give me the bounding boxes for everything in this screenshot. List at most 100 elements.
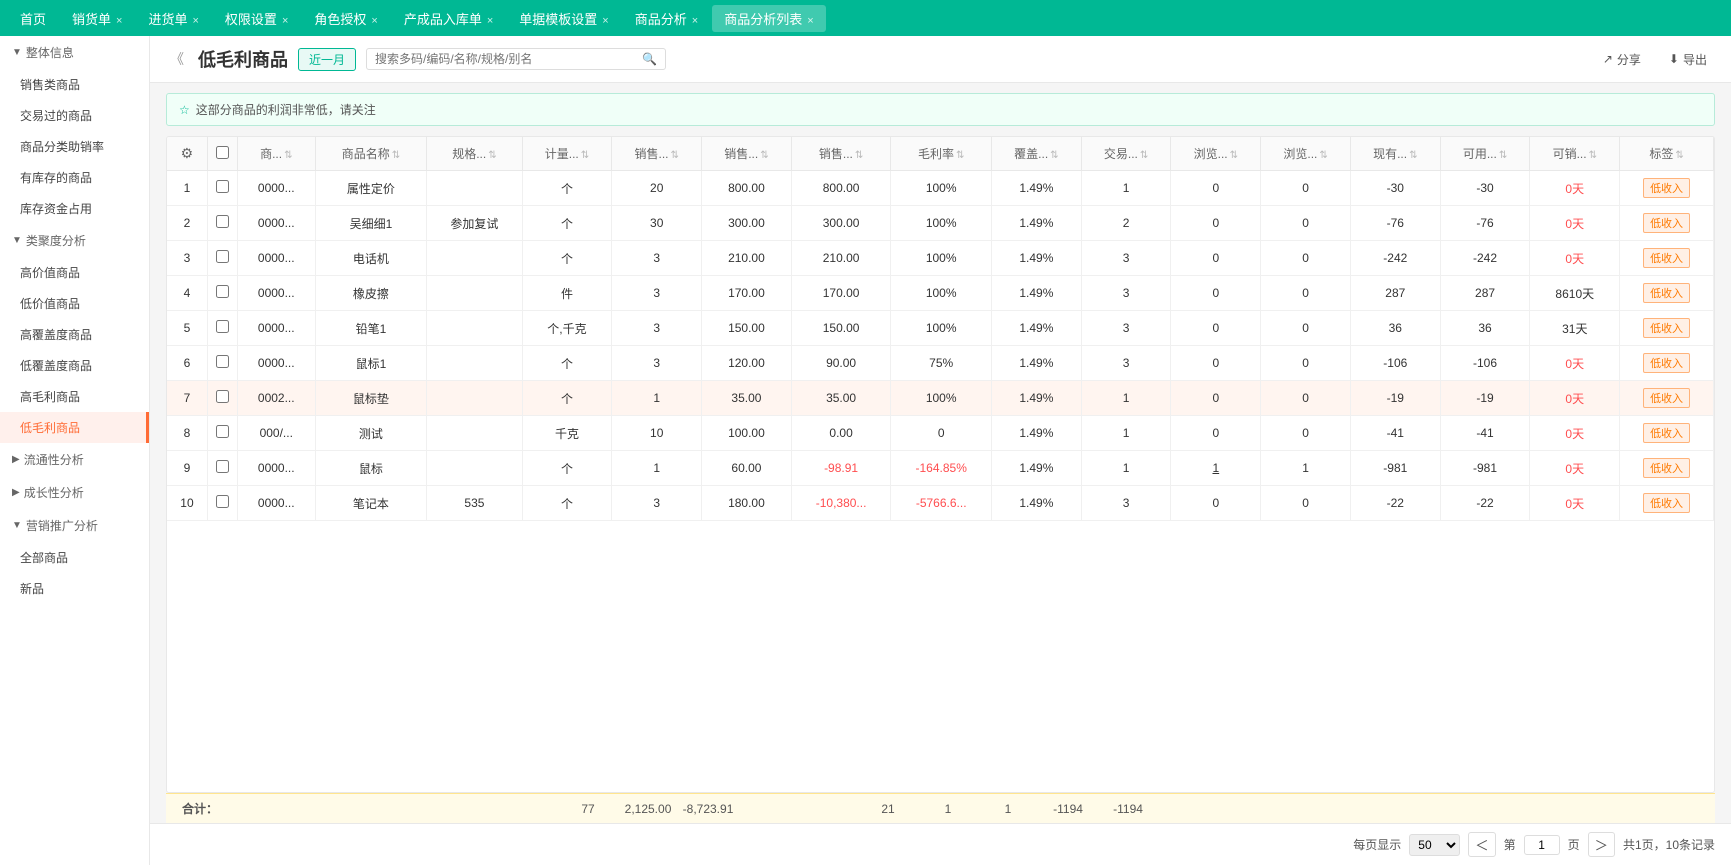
sidebar-group-overall[interactable]: ▼ 整体信息 [0,36,149,69]
sidebar-group-marketing[interactable]: ▼ 营销推广分析 [0,509,149,542]
col-current-stock[interactable]: 现有...⇅ [1350,137,1440,171]
nav-purchase[interactable]: 进货单× [136,5,210,32]
col-available[interactable]: 可用...⇅ [1440,137,1530,171]
col-sales-price[interactable]: 销售...⇅ [702,137,792,171]
sidebar-item-low-coverage[interactable]: 低覆盖度商品 [0,350,149,381]
nav-close-permission[interactable]: × [282,15,288,27]
nav-analysis-list[interactable]: 商品分析列表× [712,5,825,32]
sidebar-group-flow[interactable]: ▶ 流通性分析 [0,443,149,476]
row-current-stock: 287 [1350,276,1440,311]
col-gross-rate[interactable]: 毛利率⇅ [891,137,992,171]
nav-product-analysis[interactable]: 商品分析× [623,5,710,32]
col-name[interactable]: 商品名称⇅ [315,137,427,171]
sidebar-item-low-value[interactable]: 低价值商品 [0,288,149,319]
row-tag: 低收入 [1620,311,1714,346]
row-gross-rate: -5766.6... [891,486,992,521]
row-name: 属性定价 [315,171,427,206]
row-tag: 低收入 [1620,346,1714,381]
row-sales-qty: 30 [612,206,702,241]
row-browse1: 0 [1171,486,1261,521]
sidebar-item-in-stock[interactable]: 有库存的商品 [0,162,149,193]
col-sales-profit[interactable]: 销售...⇅ [791,137,891,171]
row-idx: 2 [167,206,207,241]
row-sales-price: 210.00 [702,241,792,276]
select-all-checkbox[interactable] [216,146,229,159]
settings-icon[interactable]: ⚙ [181,145,194,161]
search-input[interactable] [375,52,642,66]
col-browse2[interactable]: 浏览...⇅ [1261,137,1351,171]
row-idx: 3 [167,241,207,276]
row-spec: 参加复试 [427,206,522,241]
sidebar-item-high-value[interactable]: 高价值商品 [0,257,149,288]
col-unit[interactable]: 计量...⇅ [522,137,612,171]
row-checkbox[interactable] [207,346,237,381]
nav-close-role[interactable]: × [371,15,377,27]
sidebar-item-high-margin[interactable]: 高毛利商品 [0,381,149,412]
nav-home[interactable]: 首页 [8,5,58,32]
page-header: 《 低毛利商品 近一月 🔍 ↗ 分享 ⬇ 导出 [150,36,1731,83]
row-code: 000/... [237,416,315,451]
nav-close-template[interactable]: × [602,15,608,27]
nav-close-product-in[interactable]: × [487,15,493,27]
row-sales-qty: 1 [612,451,702,486]
row-browse1: 0 [1171,381,1261,416]
nav-close-purchase[interactable]: × [192,15,198,27]
nav-close-sales[interactable]: × [116,15,122,27]
row-sales-profit: 800.00 [791,171,891,206]
col-cover-rate[interactable]: 覆盖...⇅ [992,137,1082,171]
sidebar-item-sales-products[interactable]: 销售类商品 [0,69,149,100]
col-sellable[interactable]: 可销...⇅ [1530,137,1620,171]
row-checkbox[interactable] [207,311,237,346]
col-spec[interactable]: 规格...⇅ [427,137,522,171]
row-current-stock: -41 [1350,416,1440,451]
nav-template[interactable]: 单据模板设置× [507,5,620,32]
prev-page-btn[interactable]: ＜ [1468,832,1495,857]
sidebar-item-stock-fund[interactable]: 库存资金占用 [0,193,149,224]
nav-product-in[interactable]: 产成品入库单× [392,5,505,32]
export-button[interactable]: ⬇ 导出 [1661,47,1715,72]
row-spec [427,171,522,206]
share-button[interactable]: ↗ 分享 [1595,47,1649,72]
page-number-input[interactable] [1524,835,1560,855]
row-checkbox[interactable] [207,206,237,241]
row-checkbox[interactable] [207,381,237,416]
sidebar-item-new-products[interactable]: 新品 [0,573,149,604]
per-page-select[interactable]: 50 100 200 [1409,834,1460,856]
sidebar-group-growth[interactable]: ▶ 成长性分析 [0,476,149,509]
nav-close-analysis-list[interactable]: × [807,15,813,27]
nav-close-product-analysis[interactable]: × [692,15,698,27]
row-tag: 低收入 [1620,206,1714,241]
col-code[interactable]: 商...⇅ [237,137,315,171]
row-checkbox[interactable] [207,241,237,276]
sidebar-item-category-rate[interactable]: 商品分类助销率 [0,131,149,162]
row-checkbox[interactable] [207,171,237,206]
nav-sales[interactable]: 销货单× [60,5,134,32]
export-icon: ⬇ [1669,52,1679,66]
row-code: 0000... [237,311,315,346]
nav-role[interactable]: 角色授权× [302,5,389,32]
sidebar-group-cluster[interactable]: ▼ 类聚度分析 [0,224,149,257]
col-browse1[interactable]: 浏览...⇅ [1171,137,1261,171]
next-page-btn[interactable]: ＞ [1588,832,1615,857]
row-code: 0000... [237,276,315,311]
collapse-sidebar-btn[interactable]: 《 [166,47,188,71]
sidebar-item-high-coverage[interactable]: 高覆盖度商品 [0,319,149,350]
search-icon[interactable]: 🔍 [642,52,657,66]
col-sales-qty[interactable]: 销售...⇅ [612,137,702,171]
col-tag[interactable]: 标签⇅ [1620,137,1714,171]
period-button[interactable]: 近一月 [298,48,356,71]
nav-permission[interactable]: 权限设置× [213,5,300,32]
row-gross-rate: 100% [891,381,992,416]
row-trade-count: 3 [1081,276,1171,311]
row-checkbox[interactable] [207,276,237,311]
footer-current-stock: -1194 [1038,802,1098,816]
col-trade[interactable]: 交易...⇅ [1081,137,1171,171]
col-settings[interactable]: ⚙ [167,137,207,171]
row-available: -76 [1440,206,1530,241]
sidebar-item-low-margin[interactable]: 低毛利商品 [0,412,149,443]
row-checkbox[interactable] [207,486,237,521]
row-checkbox[interactable] [207,451,237,486]
row-checkbox[interactable] [207,416,237,451]
sidebar-item-all-products[interactable]: 全部商品 [0,542,149,573]
sidebar-item-traded[interactable]: 交易过的商品 [0,100,149,131]
